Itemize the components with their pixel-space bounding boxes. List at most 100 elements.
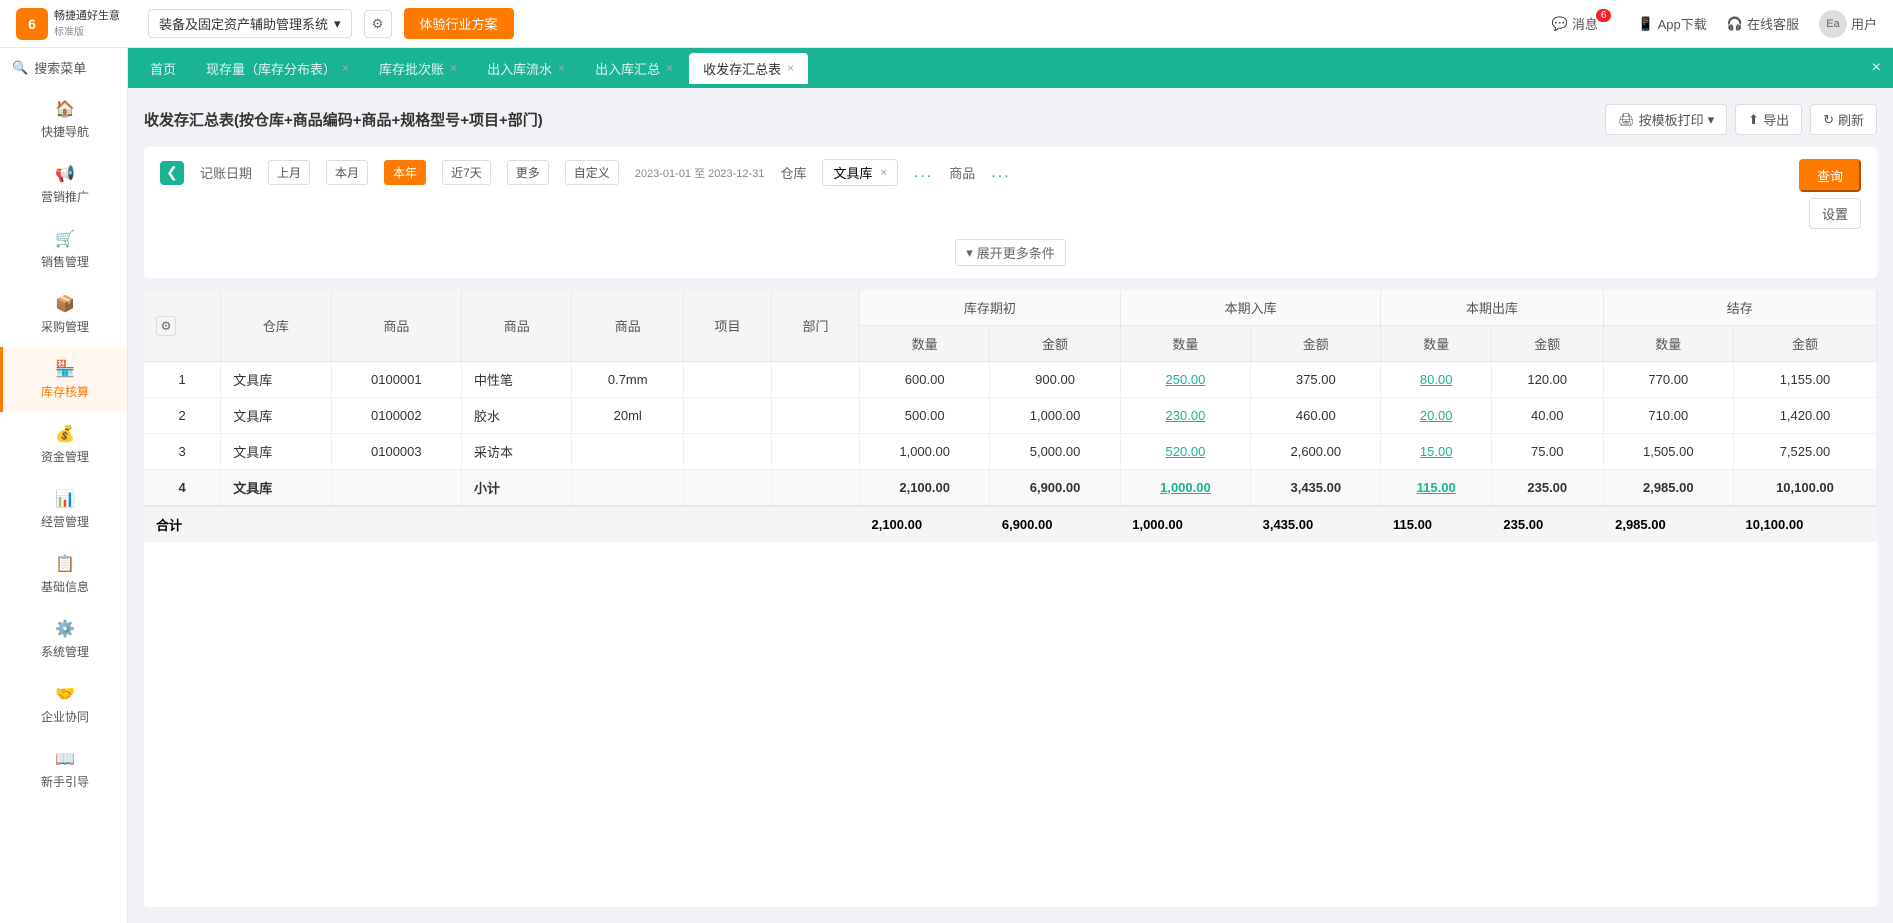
row-goods-code	[331, 470, 461, 507]
last-month-btn[interactable]: 上月	[268, 160, 310, 185]
sidebar-item-guide[interactable]: 📖 新手引导	[0, 737, 127, 802]
row-goods-spec: 0.7mm	[572, 362, 684, 398]
query-button[interactable]: 查询	[1799, 159, 1861, 192]
row-project	[684, 470, 772, 507]
tab-in-out-summary[interactable]: 出入库汇总 ×	[581, 53, 687, 84]
headset-icon: 🎧	[1727, 16, 1743, 32]
this-month-btn[interactable]: 本月	[326, 160, 368, 185]
table-row: 4 文具库 小计 2,100.00 6,900.00 1,000.00 3,43…	[144, 470, 1877, 507]
tab-inventory-dist[interactable]: 现存量（库存分布表） ×	[192, 53, 363, 84]
refresh-button[interactable]: ↻ 刷新	[1810, 104, 1877, 135]
tab-in-out-flow[interactable]: 出入库流水 ×	[473, 53, 579, 84]
settings-gear-button[interactable]: ⚙	[364, 10, 392, 38]
sidebar-item-inventory[interactable]: 🏪 库存核算	[0, 347, 127, 412]
message-button[interactable]: 💬 消息 6	[1552, 14, 1618, 33]
user-menu[interactable]: Ea 用户	[1819, 10, 1877, 38]
col-settings-gear[interactable]: ⚙	[156, 316, 176, 336]
last7-btn[interactable]: 近7天	[442, 160, 491, 185]
sidebar-item-sales[interactable]: 🛒 销售管理	[0, 217, 127, 282]
row-goods-code: 0100003	[331, 434, 461, 470]
row-project	[684, 362, 772, 398]
col-in-header: 本期入库	[1120, 290, 1381, 326]
row-warehouse: 文具库	[221, 362, 331, 398]
table-card: ⚙ 仓库 商品 商品 商品 项目 部门 库存期初 本期入库 本期出库 结存	[144, 290, 1877, 907]
sidebar-item-basic-info[interactable]: 📋 基础信息	[0, 542, 127, 607]
sidebar-item-finance[interactable]: 💰 资金管理	[0, 412, 127, 477]
online-service-button[interactable]: 🎧 在线客服	[1727, 14, 1799, 33]
in-qty-link[interactable]: 250.00	[1166, 372, 1206, 387]
sidebar-item-system[interactable]: ⚙️ 系统管理	[0, 607, 127, 672]
subtotal-out-qty-link[interactable]: 115.00	[1417, 480, 1456, 495]
this-year-btn[interactable]: 本年	[384, 160, 426, 185]
warehouse-label: 仓库	[780, 163, 806, 182]
warehouse-tag-close[interactable]: ×	[880, 167, 886, 179]
message-badge: 6	[1596, 9, 1612, 22]
avatar: Ea	[1819, 10, 1847, 38]
print-button[interactable]: 🖨 按模板打印 ▾	[1605, 104, 1727, 135]
row-no: 3	[144, 434, 221, 470]
tab-stock-summary-close[interactable]: ×	[787, 61, 794, 75]
in-qty-link[interactable]: 230.00	[1166, 408, 1206, 423]
system-selector[interactable]: 装备及固定资产辅助管理系统 ▾	[148, 9, 352, 38]
header-right: 💬 消息 6 📱 App下载 🎧 在线客服 Ea 用户	[1552, 10, 1877, 38]
filter-settings-button[interactable]: 设置	[1809, 198, 1861, 229]
col-warehouse-header: 仓库	[221, 290, 331, 362]
table-header-row-1: ⚙ 仓库 商品 商品 商品 项目 部门 库存期初 本期入库 本期出库 结存	[144, 290, 1877, 326]
footer-label: 合计	[144, 506, 859, 542]
sidebar-item-collab[interactable]: 🤝 企业协同	[0, 672, 127, 737]
row-in-amt: 2,600.00	[1251, 434, 1381, 470]
tab-batch[interactable]: 库存批次账 ×	[365, 53, 471, 84]
tab-in-out-summary-close[interactable]: ×	[666, 61, 673, 75]
out-qty-link[interactable]: 20.00	[1420, 408, 1453, 423]
tab-stock-summary-label: 收发存汇总表	[703, 59, 781, 78]
sidebar-item-operations[interactable]: 📊 经营管理	[0, 477, 127, 542]
sidebar-item-quick-nav[interactable]: 🏠 快捷导航	[0, 87, 127, 152]
tab-stock-summary[interactable]: 收发存汇总表 ×	[689, 53, 808, 84]
tab-in-out-flow-close[interactable]: ×	[558, 61, 565, 75]
footer-bal-qty: 2,985.00	[1603, 506, 1733, 542]
sidebar-item-marketing[interactable]: 📢 营销推广	[0, 152, 127, 217]
row-open-amt: 1,000.00	[990, 398, 1120, 434]
out-qty-link[interactable]: 80.00	[1420, 372, 1453, 387]
basic-info-label: 基础信息	[41, 578, 89, 595]
app-download-button[interactable]: 📱 App下载	[1637, 14, 1706, 33]
sidebar-search[interactable]: 🔍 搜索菜单	[0, 48, 127, 87]
expand-row: ▾ 展开更多条件	[160, 239, 1861, 266]
collab-icon: 🤝	[55, 684, 75, 704]
tab-batch-close[interactable]: ×	[450, 61, 457, 75]
footer-in-amt: 3,435.00	[1251, 506, 1381, 542]
logo-icon: 6	[16, 8, 48, 40]
sidebar-item-purchase[interactable]: 📦 采购管理	[0, 282, 127, 347]
expand-more-button[interactable]: ▾ 展开更多条件	[955, 239, 1066, 266]
export-button[interactable]: ⬆ 导出	[1735, 104, 1802, 135]
online-service-label: 在线客服	[1747, 14, 1799, 33]
user-label: 用户	[1851, 14, 1877, 33]
row-out-amt: 40.00	[1491, 398, 1603, 434]
more-btn[interactable]: 更多	[507, 160, 549, 185]
date-label: 记账日期	[200, 163, 252, 182]
row-open-qty: 600.00	[859, 362, 989, 398]
in-qty-link[interactable]: 520.00	[1166, 444, 1206, 459]
col-project-header: 项目	[684, 290, 772, 362]
tab-home[interactable]: 首页	[136, 53, 190, 84]
row-out-amt: 75.00	[1491, 434, 1603, 470]
row-goods-spec	[572, 470, 684, 507]
subtotal-in-qty-link[interactable]: 1,000.00	[1160, 480, 1211, 495]
tab-bar-close[interactable]: ×	[1872, 59, 1881, 77]
warehouse-more-button[interactable]: ...	[914, 164, 933, 182]
row-warehouse: 文具库	[221, 434, 331, 470]
row-no: 2	[144, 398, 221, 434]
custom-btn[interactable]: 自定义	[565, 160, 619, 185]
tab-inventory-dist-close[interactable]: ×	[342, 61, 349, 75]
message-icon: 💬	[1552, 16, 1568, 32]
goods-more-button[interactable]: ...	[991, 164, 1010, 182]
warehouse-tag: 文具库 ×	[822, 159, 897, 186]
tab-bar: 首页 现存量（库存分布表） × 库存批次账 × 出入库流水 × 出入库汇总 × …	[128, 48, 1893, 88]
row-goods-name: 采访本	[462, 434, 572, 470]
filter-row-1: ❮ 记账日期 上月 本月 本年 近7天 更多 自定义 2023-01-01 至 …	[160, 159, 1783, 186]
row-out-qty: 115.00	[1381, 470, 1491, 507]
marketing-label: 营销推广	[41, 188, 89, 205]
trial-button[interactable]: 体验行业方案	[404, 8, 514, 39]
out-qty-link[interactable]: 15.00	[1420, 444, 1453, 459]
filter-toggle-button[interactable]: ❮	[160, 161, 184, 185]
